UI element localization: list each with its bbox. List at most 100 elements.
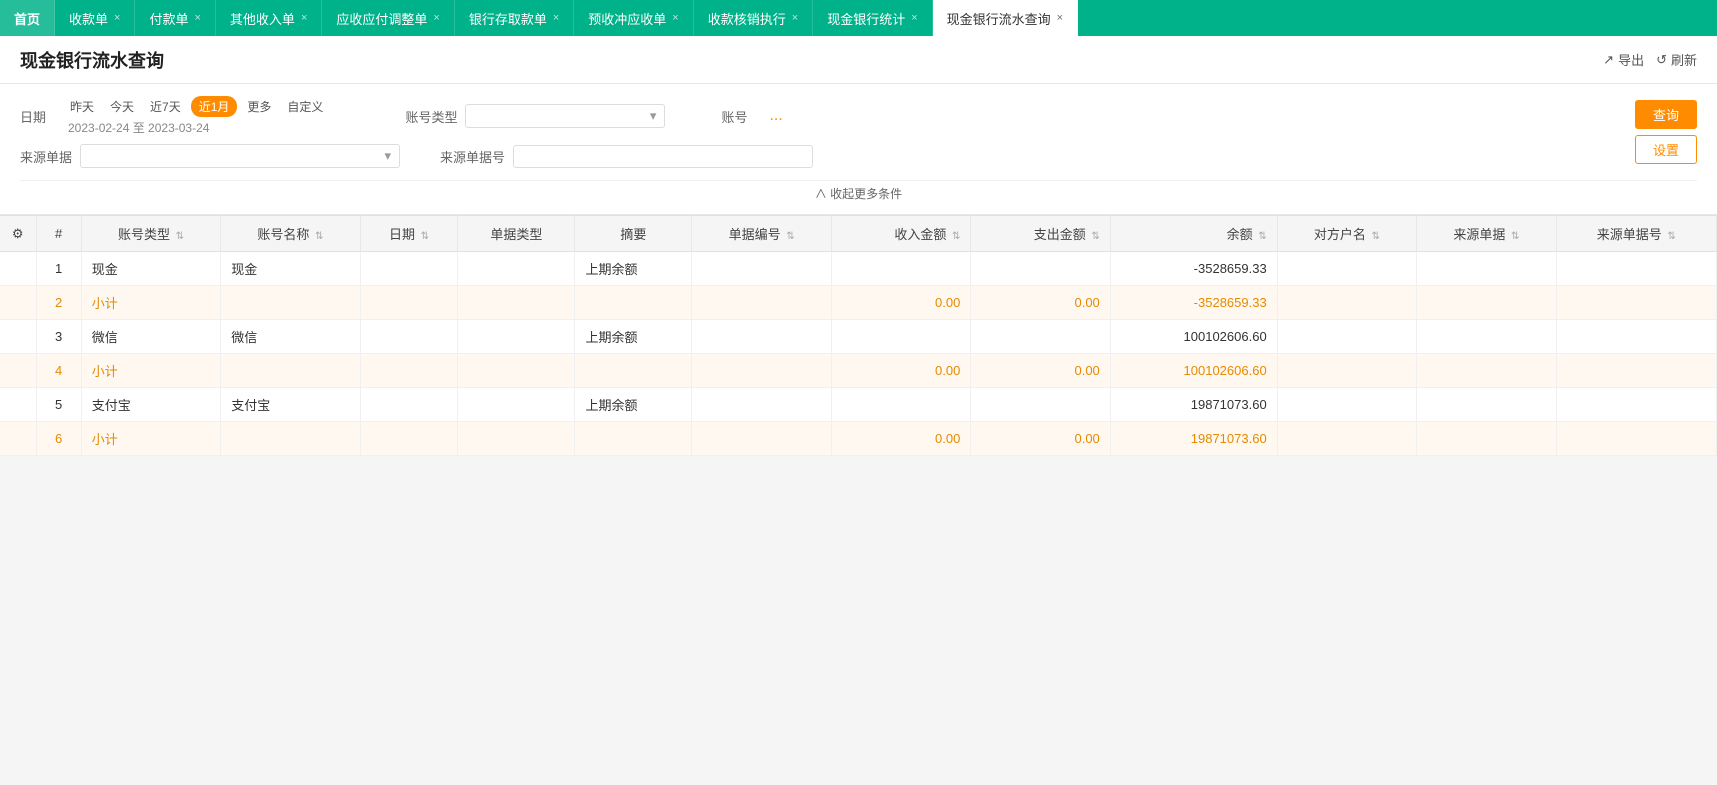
cell-source-doc-no (1556, 252, 1716, 286)
date-btn-today[interactable]: 今天 (104, 96, 140, 117)
col-source-doc-no: 来源单据号 ⇅ (1556, 216, 1716, 252)
nav-tab-cash-flow[interactable]: 现金银行流水查询 × (933, 0, 1078, 36)
sort-icon-account-type[interactable]: ⇅ (176, 231, 184, 242)
date-filter-group: 日期 昨天 今天 近7天 近1月 更多 自定义 2023-02-24 至 202… (20, 96, 329, 136)
sort-icon-date[interactable]: ⇅ (421, 231, 429, 242)
cell-gear (0, 286, 36, 320)
nav-tab-other-income[interactable]: 其他收入单 × (216, 0, 322, 36)
cell-balance: -3528659.33 (1110, 252, 1277, 286)
cell-source-doc (1417, 320, 1556, 354)
col-source-doc: 来源单据 ⇅ (1417, 216, 1556, 252)
cell-account-name: 现金 (221, 252, 360, 286)
query-button[interactable]: 查询 (1635, 100, 1697, 129)
cell-expense: 0.00 (971, 354, 1110, 388)
nav-tab-home[interactable]: 首页 (0, 0, 55, 36)
source-doc-select[interactable]: ▾ (80, 144, 400, 168)
account-ellipsis[interactable]: ... (769, 107, 782, 125)
export-button[interactable]: ↗ 导出 (1603, 50, 1644, 69)
cell-gear (0, 320, 36, 354)
page-header: 现金银行流水查询 ↗ 导出 ↺ 刷新 (0, 36, 1717, 84)
nav-tab-bank-deposit[interactable]: 银行存取款单 × (455, 0, 574, 36)
cell-date (360, 354, 458, 388)
nav-tab-receipt[interactable]: 收款单 × (55, 0, 135, 36)
table-row[interactable]: 1 现金 现金 上期余额 -3528659.33 (0, 252, 1717, 286)
settings-button[interactable]: 设置 (1635, 135, 1697, 164)
export-icon: ↗ (1603, 52, 1614, 68)
sort-icon-source-doc-no[interactable]: ⇅ (1667, 231, 1675, 242)
cell-date (360, 286, 458, 320)
cell-summary: 上期余额 (575, 388, 692, 422)
sort-icon-balance[interactable]: ⇅ (1258, 231, 1266, 242)
cell-expense: 0.00 (971, 422, 1110, 456)
refresh-label: 刷新 (1671, 50, 1697, 69)
col-expense: 支出金额 ⇅ (971, 216, 1110, 252)
nav-tab-writeoff-close[interactable]: × (792, 12, 798, 24)
nav-tab-prepay[interactable]: 预收冲应收单 × (574, 0, 693, 36)
date-label: 日期 (20, 107, 56, 126)
table-row[interactable]: 6 小计 0.00 0.00 19871073.60 (0, 422, 1717, 456)
header-actions: ↗ 导出 ↺ 刷新 (1603, 50, 1697, 69)
cell-income: 0.00 (831, 286, 970, 320)
table-row[interactable]: 3 微信 微信 上期余额 100102606.60 (0, 320, 1717, 354)
date-btn-7days[interactable]: 近7天 (144, 96, 187, 117)
source-doc-no-input[interactable] (513, 145, 813, 168)
nav-tab-cash-flow-close[interactable]: × (1057, 12, 1063, 24)
sort-icon-doc-no[interactable]: ⇅ (786, 231, 794, 242)
sort-icon-income[interactable]: ⇅ (952, 231, 960, 242)
cell-date (360, 422, 458, 456)
export-label: 导出 (1618, 50, 1644, 69)
nav-tab-prepay-close[interactable]: × (672, 12, 678, 24)
date-btn-more[interactable]: 更多 (241, 96, 277, 117)
date-options: 昨天 今天 近7天 近1月 更多 自定义 (64, 96, 329, 117)
sort-icon-expense[interactable]: ⇅ (1091, 231, 1099, 242)
col-gear[interactable]: ⚙ (0, 216, 36, 252)
col-counterpart: 对方户名 ⇅ (1277, 216, 1416, 252)
date-btn-1month[interactable]: 近1月 (191, 96, 238, 117)
date-btn-custom[interactable]: 自定义 (281, 96, 329, 117)
table-row[interactable]: 5 支付宝 支付宝 上期余额 19871073.60 (0, 388, 1717, 422)
nav-tab-adjustment[interactable]: 应收应付调整单 × (322, 0, 454, 36)
nav-tab-adjustment-close[interactable]: × (433, 12, 439, 24)
col-income: 收入金额 ⇅ (831, 216, 970, 252)
cell-num: 4 (36, 354, 81, 388)
nav-tab-payment[interactable]: 付款单 × (135, 0, 215, 36)
nav-tab-cash-stat[interactable]: 现金银行统计 × (813, 0, 932, 36)
cell-source-doc-no (1556, 422, 1716, 456)
nav-tab-bank-deposit-close[interactable]: × (553, 12, 559, 24)
refresh-button[interactable]: ↺ 刷新 (1656, 50, 1697, 69)
cell-source-doc (1417, 422, 1556, 456)
nav-tab-payment-close[interactable]: × (194, 12, 200, 24)
data-table: ⚙ # 账号类型 ⇅ 账号名称 ⇅ 日期 ⇅ 单据类型 摘要 单据编号 (0, 215, 1717, 456)
cell-account-name (221, 422, 360, 456)
cell-num: 1 (36, 252, 81, 286)
collapse-bar[interactable]: ∧ 收起更多条件 (20, 180, 1697, 206)
nav-tab-writeoff-label: 收款核销执行 (708, 9, 786, 28)
nav-tab-other-income-label: 其他收入单 (230, 9, 295, 28)
cell-summary: 上期余额 (575, 320, 692, 354)
sort-icon-source-doc[interactable]: ⇅ (1511, 231, 1519, 242)
col-num: # (36, 216, 81, 252)
nav-tab-receipt-close[interactable]: × (114, 12, 120, 24)
cell-doc-no (692, 286, 831, 320)
cell-source-doc-no (1556, 320, 1716, 354)
nav-tab-other-income-close[interactable]: × (301, 12, 307, 24)
table-container: ⚙ # 账号类型 ⇅ 账号名称 ⇅ 日期 ⇅ 单据类型 摘要 单据编号 (0, 215, 1717, 456)
table-row[interactable]: 4 小计 0.00 0.00 100102606.60 (0, 354, 1717, 388)
cell-account-name: 支付宝 (221, 388, 360, 422)
nav-tab-writeoff[interactable]: 收款核销执行 × (694, 0, 813, 36)
sort-icon-counterpart[interactable]: ⇅ (1372, 231, 1380, 242)
nav-tab-cash-stat-close[interactable]: × (911, 12, 917, 24)
cell-account-type: 现金 (81, 252, 220, 286)
cell-summary (575, 354, 692, 388)
cell-doc-type (458, 320, 575, 354)
account-type-select[interactable]: ▾ (465, 104, 665, 128)
date-btn-yesterday[interactable]: 昨天 (64, 96, 100, 117)
cell-doc-type (458, 354, 575, 388)
date-block: 昨天 今天 近7天 近1月 更多 自定义 2023-02-24 至 2023-0… (64, 96, 329, 136)
nav-tab-receipt-label: 收款单 (69, 9, 108, 28)
table-row[interactable]: 2 小计 0.00 0.00 -3528659.33 (0, 286, 1717, 320)
action-buttons: 查询 设置 (1635, 96, 1697, 164)
chevron-down-icon: ▾ (650, 108, 657, 124)
sort-icon-account-name[interactable]: ⇅ (315, 231, 323, 242)
cell-source-doc (1417, 388, 1556, 422)
